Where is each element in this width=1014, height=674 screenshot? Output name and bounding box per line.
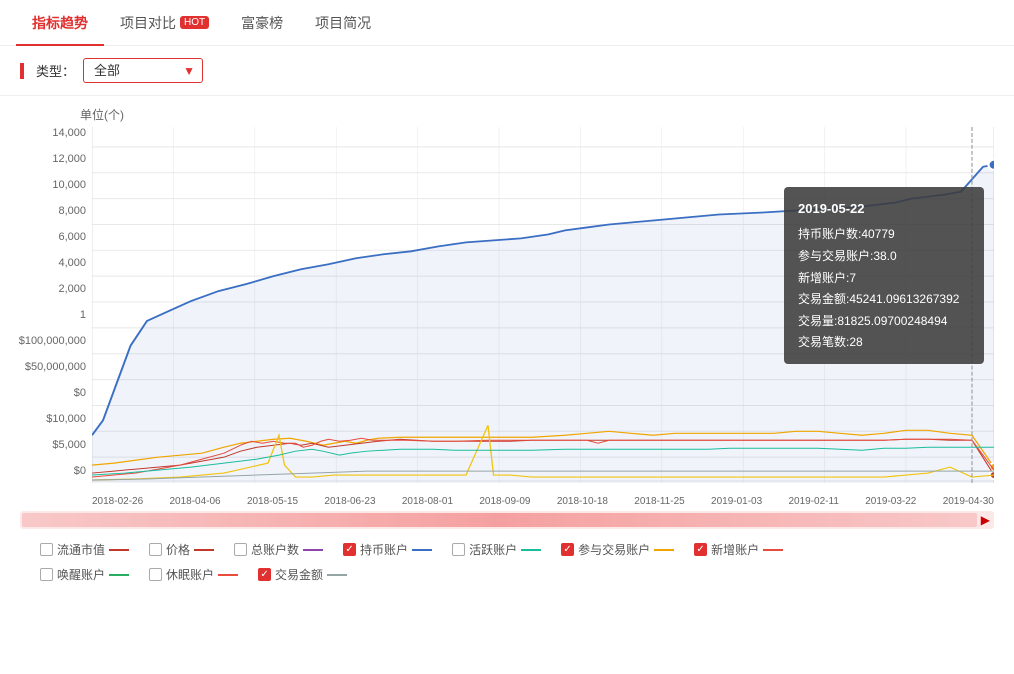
legend-checkbox-总账户数[interactable]	[234, 543, 247, 556]
unit-label: 单位(个)	[80, 106, 994, 123]
scroll-handle[interactable]	[22, 513, 977, 527]
filter-label: 类型：	[36, 61, 75, 80]
tab-项目对比[interactable]: 项目对比 HOT	[104, 0, 225, 46]
legend-item-活跃账户[interactable]: 活跃账户	[452, 541, 541, 558]
legend-item-总账户数[interactable]: 总账户数	[234, 541, 323, 558]
y-axis-labels: 14,000 12,000 10,000 8,000 6,000 4,000 2…	[20, 127, 92, 477]
legend-checkbox-价格[interactable]	[149, 543, 162, 556]
type-select[interactable]: 全部 主流 新兴	[83, 58, 203, 83]
legend-item-休眠账户[interactable]: 休眠账户	[149, 566, 238, 583]
legend-item-新增账户[interactable]: ✓ 新增账户	[694, 541, 783, 558]
tab-badge-hot: HOT	[180, 16, 209, 29]
legend-checkbox-持币账户[interactable]: ✓	[343, 543, 356, 556]
legend-line-新增账户	[763, 549, 783, 551]
legend-checkbox-流通市值[interactable]	[40, 543, 53, 556]
legend-line-持币账户	[412, 549, 432, 551]
x-axis-labels: 2018-02-26 2018-04-06 2018-05-15 2018-06…	[92, 496, 994, 507]
legend-checkbox-活跃账户[interactable]	[452, 543, 465, 556]
legend-item-参与交易账户[interactable]: ✓ 参与交易账户	[561, 541, 674, 558]
legend-checkbox-休眠账户[interactable]	[149, 568, 162, 581]
chart-scrollbar[interactable]: ◀ ▶	[20, 511, 994, 529]
legend-line-休眠账户	[218, 574, 238, 576]
legend-line-流通市值	[109, 549, 129, 551]
chart-legend: 流通市值 价格 总账户数 ✓ 持币账户 活跃账户 ✓ 参与交易账户 ✓ 新增账户…	[0, 533, 1014, 591]
type-select-wrapper: 全部 主流 新兴 ▼	[83, 58, 203, 83]
legend-checkbox-唤醒账户[interactable]	[40, 568, 53, 581]
filter-bar-accent	[20, 63, 24, 79]
legend-item-交易金额[interactable]: ✓ 交易金额	[258, 566, 347, 583]
legend-line-总账户数	[303, 549, 323, 551]
legend-checkbox-新增账户[interactable]: ✓	[694, 543, 707, 556]
legend-item-价格[interactable]: 价格	[149, 541, 214, 558]
legend-line-价格	[194, 549, 214, 551]
legend-line-交易金额	[327, 574, 347, 576]
legend-checkbox-交易金额[interactable]: ✓	[258, 568, 271, 581]
filter-row: 类型： 全部 主流 新兴 ▼	[0, 46, 1014, 96]
legend-item-流通市值[interactable]: 流通市值	[40, 541, 129, 558]
chart-wrapper: 14,000 12,000 10,000 8,000 6,000 4,000 2…	[20, 127, 994, 507]
legend-row-2: 唤醒账户 休眠账户 ✓ 交易金额	[40, 566, 974, 583]
scroll-right-icon[interactable]: ▶	[981, 513, 990, 527]
legend-line-活跃账户	[521, 549, 541, 551]
legend-checkbox-参与交易账户[interactable]: ✓	[561, 543, 574, 556]
legend-item-持币账户[interactable]: ✓ 持币账户	[343, 541, 432, 558]
tab-项目简况[interactable]: 项目简况	[299, 0, 387, 46]
chart-container: 单位(个) 14,000 12,000 10,000 8,000 6,000 4…	[0, 96, 1014, 507]
tab-bar: 指标趋势 项目对比 HOT 富豪榜 项目简况	[0, 0, 1014, 46]
chart-svg: 交易量 交易笔数	[92, 127, 994, 485]
tab-富豪榜[interactable]: 富豪榜	[225, 0, 299, 46]
legend-item-唤醒账户[interactable]: 唤醒账户	[40, 566, 129, 583]
legend-line-参与交易账户	[654, 549, 674, 551]
legend-line-唤醒账户	[109, 574, 129, 576]
tab-指标趋势[interactable]: 指标趋势	[16, 0, 104, 46]
